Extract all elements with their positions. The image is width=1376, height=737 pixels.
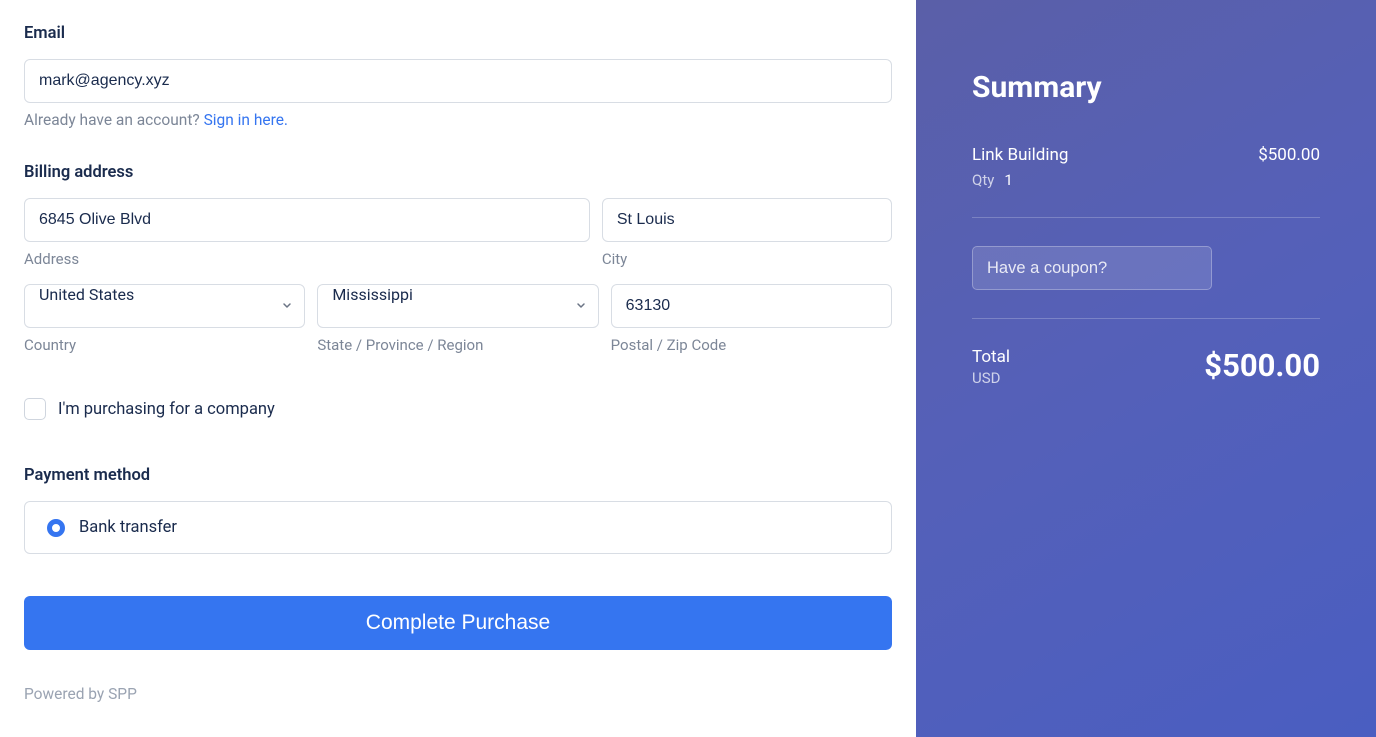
sign-in-link[interactable]: Sign in here. xyxy=(204,111,288,129)
state-sublabel: State / Province / Region xyxy=(317,336,598,354)
item-name: Link Building xyxy=(972,145,1068,165)
checkbox-box xyxy=(24,398,46,420)
payment-section: Payment method Bank transfer xyxy=(24,466,892,554)
city-sublabel: City xyxy=(602,250,892,268)
address-sublabel: Address xyxy=(24,250,590,268)
email-input[interactable] xyxy=(24,59,892,103)
total-row: Total USD $500.00 xyxy=(972,347,1320,387)
address-input[interactable] xyxy=(24,198,590,242)
bank-transfer-option[interactable]: Bank transfer xyxy=(24,501,892,554)
powered-by-row: Powered by SPP xyxy=(24,684,892,703)
qty-value: 1 xyxy=(1004,171,1012,189)
already-have-account-text: Already have an account? xyxy=(24,111,204,129)
total-amount: $500.00 xyxy=(1204,347,1320,384)
billing-label: Billing address xyxy=(24,163,892,182)
email-label: Email xyxy=(24,24,892,43)
postal-sublabel: Postal / Zip Code xyxy=(611,336,892,354)
powered-by-link[interactable]: Powered by SPP xyxy=(24,685,137,703)
complete-purchase-button[interactable]: Complete Purchase xyxy=(24,596,892,650)
country-sublabel: Country xyxy=(24,336,305,354)
postal-input[interactable] xyxy=(611,284,892,328)
company-checkbox-row[interactable]: I'm purchasing for a company xyxy=(24,398,892,420)
radio-selected-icon xyxy=(47,519,65,537)
checkout-main: Email Already have an account? Sign in h… xyxy=(0,0,916,737)
bank-transfer-label: Bank transfer xyxy=(79,518,177,537)
item-price: $500.00 xyxy=(1258,145,1320,165)
divider xyxy=(972,217,1320,218)
summary-title: Summary xyxy=(972,70,1320,105)
country-select[interactable]: United States xyxy=(24,284,305,328)
divider xyxy=(972,318,1320,319)
coupon-input[interactable] xyxy=(972,246,1212,290)
address-col: Address xyxy=(24,198,590,268)
billing-section: Billing address Address City United Stat… xyxy=(24,163,892,420)
city-col: City xyxy=(602,198,892,268)
qty-row: Qty 1 xyxy=(972,171,1320,189)
state-col: Mississippi State / Province / Region xyxy=(317,284,598,354)
city-input[interactable] xyxy=(602,198,892,242)
company-checkbox-label: I'm purchasing for a company xyxy=(58,400,275,419)
total-currency: USD xyxy=(972,369,1010,387)
country-value: United States xyxy=(39,285,134,304)
total-label: Total xyxy=(972,347,1010,367)
payment-label: Payment method xyxy=(24,466,892,485)
line-item: Link Building $500.00 xyxy=(972,145,1320,165)
signin-helper: Already have an account? Sign in here. xyxy=(24,111,892,129)
order-summary-sidebar: Summary Link Building $500.00 Qty 1 Tota… xyxy=(916,0,1376,737)
email-field-group: Email Already have an account? Sign in h… xyxy=(24,24,892,129)
state-select[interactable]: Mississippi xyxy=(317,284,598,328)
state-value: Mississippi xyxy=(332,285,413,304)
qty-label: Qty xyxy=(972,171,994,189)
postal-col: Postal / Zip Code xyxy=(611,284,892,354)
country-col: United States Country xyxy=(24,284,305,354)
